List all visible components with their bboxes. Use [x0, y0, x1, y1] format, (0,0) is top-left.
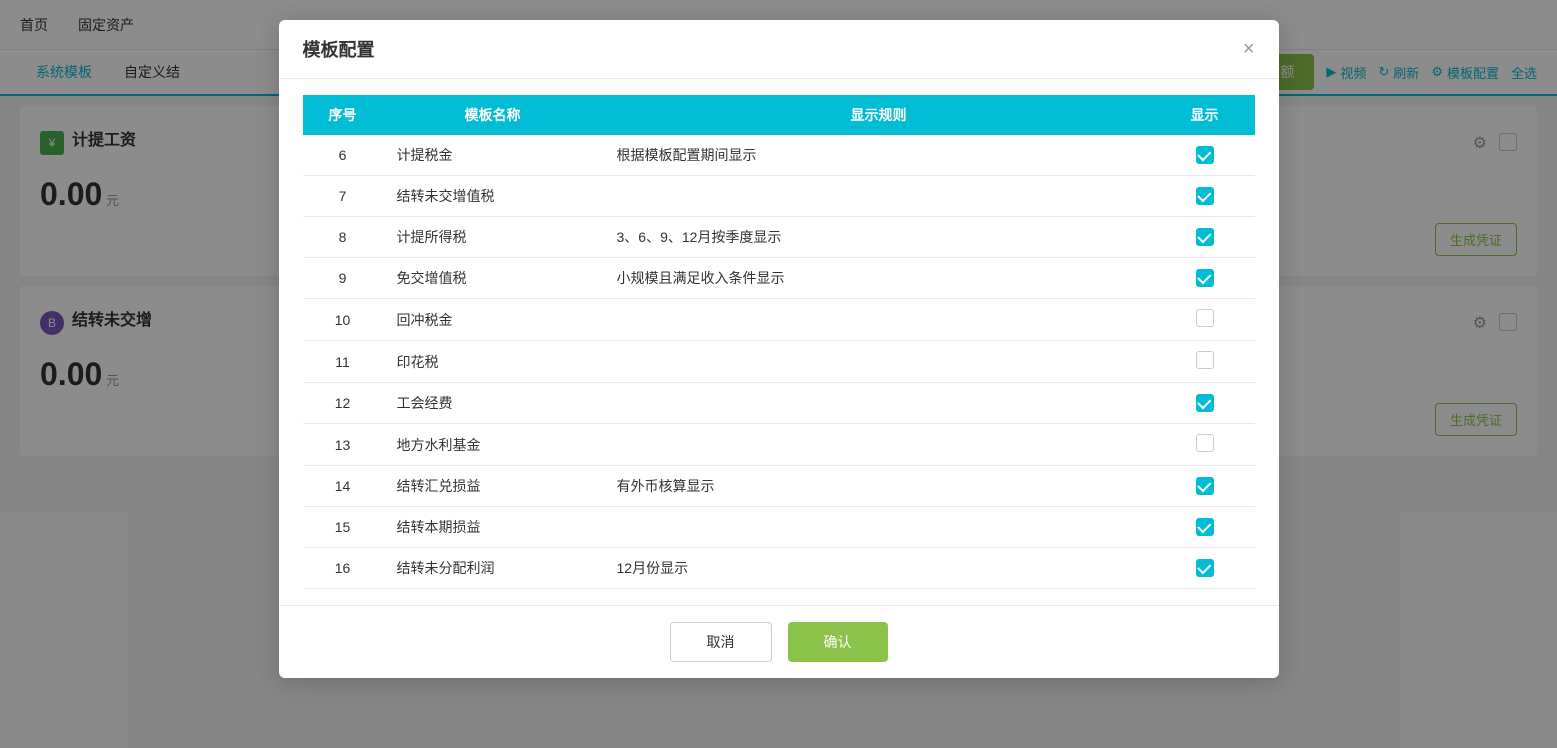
checkbox-unchecked[interactable] — [1196, 434, 1214, 452]
checkbox-checked[interactable] — [1196, 146, 1214, 164]
cell-row-id: 15 — [303, 507, 383, 548]
cell-row-check[interactable] — [1155, 424, 1255, 466]
cell-row-check[interactable] — [1155, 383, 1255, 424]
cell-row-rule: 有外币核算显示 — [603, 466, 1155, 507]
cell-row-id: 7 — [303, 176, 383, 217]
table-wrapper[interactable]: 序号 模板名称 显示规则 显示 6计提税金根据模板配置期间显示7结转未交增值税8… — [303, 95, 1255, 589]
modal-title: 模板配置 — [303, 36, 375, 62]
cell-row-rule — [603, 383, 1155, 424]
table-row: 8计提所得税3、6、9、12月按季度显示 — [303, 217, 1255, 258]
cell-row-check[interactable] — [1155, 176, 1255, 217]
table-row: 7结转未交增值税 — [303, 176, 1255, 217]
cell-row-rule: 小规模且满足收入条件显示 — [603, 258, 1155, 299]
col-header-id: 序号 — [303, 95, 383, 135]
cell-row-id: 13 — [303, 424, 383, 466]
checkbox-checked[interactable] — [1196, 477, 1214, 495]
cell-row-id: 16 — [303, 548, 383, 589]
modal-overlay: 模板配置 × 序号 模板名称 显示规则 显示 6计提税金根据模板配置期间显 — [0, 0, 1557, 748]
table-row: 11印花税 — [303, 341, 1255, 383]
cell-row-rule — [603, 424, 1155, 466]
cell-row-id: 9 — [303, 258, 383, 299]
cell-row-check[interactable] — [1155, 299, 1255, 341]
cell-row-check[interactable] — [1155, 341, 1255, 383]
cell-row-name: 结转汇兑损益 — [383, 466, 603, 507]
cell-row-check[interactable] — [1155, 258, 1255, 299]
modal-close-button[interactable]: × — [1243, 39, 1255, 59]
cell-row-rule: 根据模板配置期间显示 — [603, 135, 1155, 176]
modal-footer: 取消 确认 — [279, 605, 1279, 678]
cell-row-rule: 3、6、9、12月按季度显示 — [603, 217, 1155, 258]
table-row: 9免交增值税小规模且满足收入条件显示 — [303, 258, 1255, 299]
cell-row-name: 计提税金 — [383, 135, 603, 176]
cell-row-name: 回冲税金 — [383, 299, 603, 341]
cancel-button[interactable]: 取消 — [670, 622, 772, 662]
table-row: 12工会经费 — [303, 383, 1255, 424]
col-header-rule: 显示规则 — [603, 95, 1155, 135]
cell-row-check[interactable] — [1155, 135, 1255, 176]
cell-row-rule: 12月份显示 — [603, 548, 1155, 589]
col-header-show: 显示 — [1155, 95, 1255, 135]
cell-row-name: 计提所得税 — [383, 217, 603, 258]
table-row: 13地方水利基金 — [303, 424, 1255, 466]
cell-row-rule — [603, 341, 1155, 383]
cell-row-rule — [603, 507, 1155, 548]
modal-header: 模板配置 × — [279, 20, 1279, 79]
cell-row-name: 结转未交增值税 — [383, 176, 603, 217]
cell-row-name: 结转本期损益 — [383, 507, 603, 548]
cell-row-name: 免交增值税 — [383, 258, 603, 299]
cell-row-rule — [603, 299, 1155, 341]
table-row: 14结转汇兑损益有外币核算显示 — [303, 466, 1255, 507]
cell-row-name: 印花税 — [383, 341, 603, 383]
template-table: 序号 模板名称 显示规则 显示 6计提税金根据模板配置期间显示7结转未交增值税8… — [303, 95, 1255, 589]
checkbox-checked[interactable] — [1196, 559, 1214, 577]
table-row: 16结转未分配利润12月份显示 — [303, 548, 1255, 589]
cell-row-id: 10 — [303, 299, 383, 341]
checkbox-checked[interactable] — [1196, 518, 1214, 536]
confirm-button[interactable]: 确认 — [788, 622, 888, 662]
table-row: 15结转本期损益 — [303, 507, 1255, 548]
modal-template-config: 模板配置 × 序号 模板名称 显示规则 显示 6计提税金根据模板配置期间显 — [279, 20, 1279, 678]
cell-row-rule — [603, 176, 1155, 217]
checkbox-checked[interactable] — [1196, 269, 1214, 287]
cell-row-id: 12 — [303, 383, 383, 424]
cell-row-id: 8 — [303, 217, 383, 258]
cell-row-id: 6 — [303, 135, 383, 176]
cell-row-name: 工会经费 — [383, 383, 603, 424]
cell-row-check[interactable] — [1155, 548, 1255, 589]
table-header-row: 序号 模板名称 显示规则 显示 — [303, 95, 1255, 135]
table-row: 10回冲税金 — [303, 299, 1255, 341]
cell-row-name: 地方水利基金 — [383, 424, 603, 466]
modal-body: 序号 模板名称 显示规则 显示 6计提税金根据模板配置期间显示7结转未交增值税8… — [279, 79, 1279, 605]
cell-row-id: 14 — [303, 466, 383, 507]
cell-row-check[interactable] — [1155, 507, 1255, 548]
checkbox-unchecked[interactable] — [1196, 351, 1214, 369]
cell-row-name: 结转未分配利润 — [383, 548, 603, 589]
checkbox-checked[interactable] — [1196, 394, 1214, 412]
cell-row-check[interactable] — [1155, 217, 1255, 258]
cell-row-id: 11 — [303, 341, 383, 383]
checkbox-checked[interactable] — [1196, 228, 1214, 246]
cell-row-check[interactable] — [1155, 466, 1255, 507]
checkbox-unchecked[interactable] — [1196, 309, 1214, 327]
checkbox-checked[interactable] — [1196, 187, 1214, 205]
col-header-name: 模板名称 — [383, 95, 603, 135]
table-row: 6计提税金根据模板配置期间显示 — [303, 135, 1255, 176]
